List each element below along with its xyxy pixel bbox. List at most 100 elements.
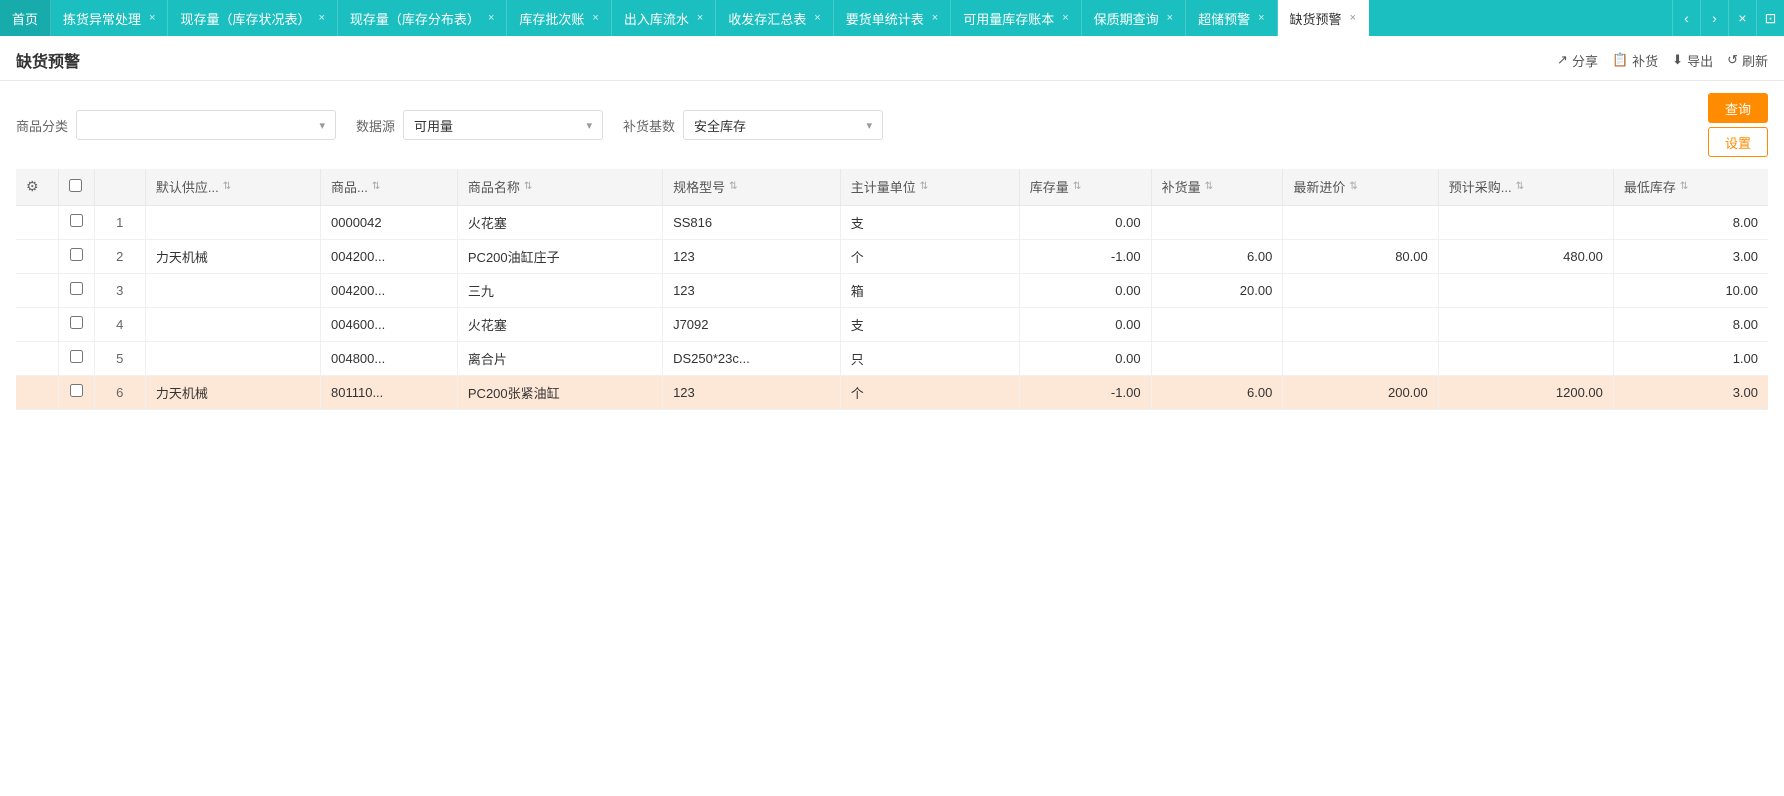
tab-stock-dist-close[interactable]: ×: [488, 12, 494, 24]
refresh-label: 刷新: [1742, 51, 1768, 70]
th-stock-sort-icon: ⇅: [1073, 181, 1081, 192]
tab-next-btn[interactable]: ›: [1700, 0, 1728, 36]
tab-home[interactable]: 首页: [0, 0, 51, 36]
th-min-stock-label: 最低库存: [1624, 177, 1676, 196]
tab-summary[interactable]: 收发存汇总表 ×: [716, 0, 833, 36]
th-stock[interactable]: 库存量 ⇅: [1019, 169, 1151, 205]
tab-expiry[interactable]: 保质期查询 ×: [1082, 0, 1186, 36]
cell-row-num: 4: [94, 307, 145, 341]
tab-inout[interactable]: 出入库流水 ×: [612, 0, 716, 36]
tab-overstock-close[interactable]: ×: [1258, 12, 1264, 24]
category-dropdown-icon: ▾: [319, 119, 325, 132]
category-select[interactable]: ▾: [76, 110, 336, 140]
row-checkbox-2[interactable]: [70, 282, 83, 295]
refresh-button[interactable]: ↺ 刷新: [1727, 51, 1768, 70]
tab-prev-btn[interactable]: ‹: [1672, 0, 1700, 36]
cell-latest-price: [1283, 273, 1438, 307]
cell-checkbox: [58, 375, 94, 409]
cell-code: 004200...: [321, 273, 458, 307]
cell-supplement: [1151, 307, 1283, 341]
select-all-checkbox[interactable]: [69, 179, 82, 192]
th-latest-price-sort-icon: ⇅: [1349, 181, 1357, 192]
tab-expiry-close[interactable]: ×: [1167, 12, 1173, 24]
th-code[interactable]: 商品... ⇅: [321, 169, 458, 205]
th-unit[interactable]: 主计量单位 ⇅: [840, 169, 1019, 205]
th-min-stock[interactable]: 最低库存 ⇅: [1613, 169, 1768, 205]
th-unit-sort-icon: ⇅: [920, 181, 928, 192]
row-checkbox-1[interactable]: [70, 248, 83, 261]
cell-min-stock: 8.00: [1613, 307, 1768, 341]
tab-available[interactable]: 可用量库存账本 ×: [951, 0, 1081, 36]
export-button[interactable]: ⬇ 导出: [1672, 51, 1713, 70]
main-content: 缺货预警 ↗ 分享 📋 补货 ⬇ 导出 ↺ 刷新 商品分类: [0, 36, 1784, 796]
table-wrapper: ⚙ 默认供应... ⇅ 商品...: [0, 169, 1784, 410]
cell-stock: 0.00: [1019, 205, 1151, 239]
tab-shortage[interactable]: 缺货预警 ×: [1278, 0, 1369, 36]
tab-stock-status[interactable]: 现存量（库存状况表） ×: [168, 0, 337, 36]
tab-stock-status-close[interactable]: ×: [318, 12, 324, 24]
cell-latest-price: [1283, 205, 1438, 239]
tab-inout-close[interactable]: ×: [697, 12, 703, 24]
th-est-purchase[interactable]: 预计采购... ⇅: [1438, 169, 1613, 205]
export-label: 导出: [1687, 51, 1713, 70]
row-checkbox-4[interactable]: [70, 350, 83, 363]
row-checkbox-0[interactable]: [70, 214, 83, 227]
table-row: 1 0000042 火花塞 SS816 支 0.00 8.00: [16, 205, 1768, 239]
tab-requisition[interactable]: 要货单统计表 ×: [834, 0, 951, 36]
cell-latest-price: 200.00: [1283, 375, 1438, 409]
tab-abnormal-close[interactable]: ×: [149, 12, 155, 24]
cell-latest-price: 80.00: [1283, 239, 1438, 273]
cell-code: 004600...: [321, 307, 458, 341]
th-latest-price[interactable]: 最新进价 ⇅: [1283, 169, 1438, 205]
tab-available-close[interactable]: ×: [1062, 12, 1068, 24]
cell-latest-price: [1283, 341, 1438, 375]
th-supplement[interactable]: 补货量 ⇅: [1151, 169, 1283, 205]
cell-est-purchase: [1438, 273, 1613, 307]
base-select-value: 安全库存: [694, 116, 746, 135]
supplement-button[interactable]: 📋 补货: [1612, 51, 1658, 70]
tab-summary-close[interactable]: ×: [814, 12, 820, 24]
cell-name: 火花塞: [457, 307, 662, 341]
cell-gear: [16, 307, 58, 341]
query-button[interactable]: 查询: [1708, 93, 1768, 123]
row-checkbox-3[interactable]: [70, 316, 83, 329]
cell-gear: [16, 341, 58, 375]
th-spec[interactable]: 规格型号 ⇅: [663, 169, 841, 205]
share-label: 分享: [1572, 51, 1598, 70]
th-supplier[interactable]: 默认供应... ⇅: [145, 169, 320, 205]
row-checkbox-5[interactable]: [70, 384, 83, 397]
tab-abnormal-label: 拣货异常处理: [63, 9, 141, 28]
cell-unit: 只: [840, 341, 1019, 375]
export-icon: ⬇: [1672, 52, 1683, 68]
cell-stock: -1.00: [1019, 239, 1151, 273]
tab-batch[interactable]: 库存批次账 ×: [507, 0, 611, 36]
datasource-dropdown-icon: ▾: [587, 119, 593, 132]
tab-nav-buttons: ‹ › × ⊡: [1672, 0, 1784, 36]
base-select[interactable]: 安全库存 ▾: [683, 110, 883, 140]
cell-supplier: [145, 273, 320, 307]
cell-supplier: [145, 341, 320, 375]
cell-name: PC200张紧油缸: [457, 375, 662, 409]
tab-requisition-close[interactable]: ×: [932, 12, 938, 24]
tab-shortage-close[interactable]: ×: [1350, 12, 1356, 24]
datasource-select[interactable]: 可用量 ▾: [403, 110, 603, 140]
th-stock-label: 库存量: [1030, 177, 1069, 196]
settings-button[interactable]: 设置: [1708, 127, 1768, 157]
tab-stock-dist[interactable]: 现存量（库存分布表） ×: [338, 0, 507, 36]
tab-requisition-label: 要货单统计表: [846, 9, 924, 28]
cell-checkbox: [58, 239, 94, 273]
table-row: 6 力天机械 801110... PC200张紧油缸 123 个 -1.00 6…: [16, 375, 1768, 409]
cell-code: 004200...: [321, 239, 458, 273]
share-icon: ↗: [1557, 52, 1568, 68]
share-button[interactable]: ↗ 分享: [1557, 51, 1598, 70]
tab-abnormal[interactable]: 拣货异常处理 ×: [51, 0, 168, 36]
tab-overstock[interactable]: 超储预警 ×: [1186, 0, 1277, 36]
th-name[interactable]: 商品名称 ⇅: [457, 169, 662, 205]
cell-unit: 个: [840, 375, 1019, 409]
cell-supplement: 20.00: [1151, 273, 1283, 307]
tab-batch-close[interactable]: ×: [592, 12, 598, 24]
th-est-purchase-label: 预计采购...: [1449, 177, 1512, 196]
tab-expand-btn[interactable]: ⊡: [1756, 0, 1784, 36]
tab-close-all-btn[interactable]: ×: [1728, 0, 1756, 36]
column-settings-icon[interactable]: ⚙: [26, 178, 39, 194]
